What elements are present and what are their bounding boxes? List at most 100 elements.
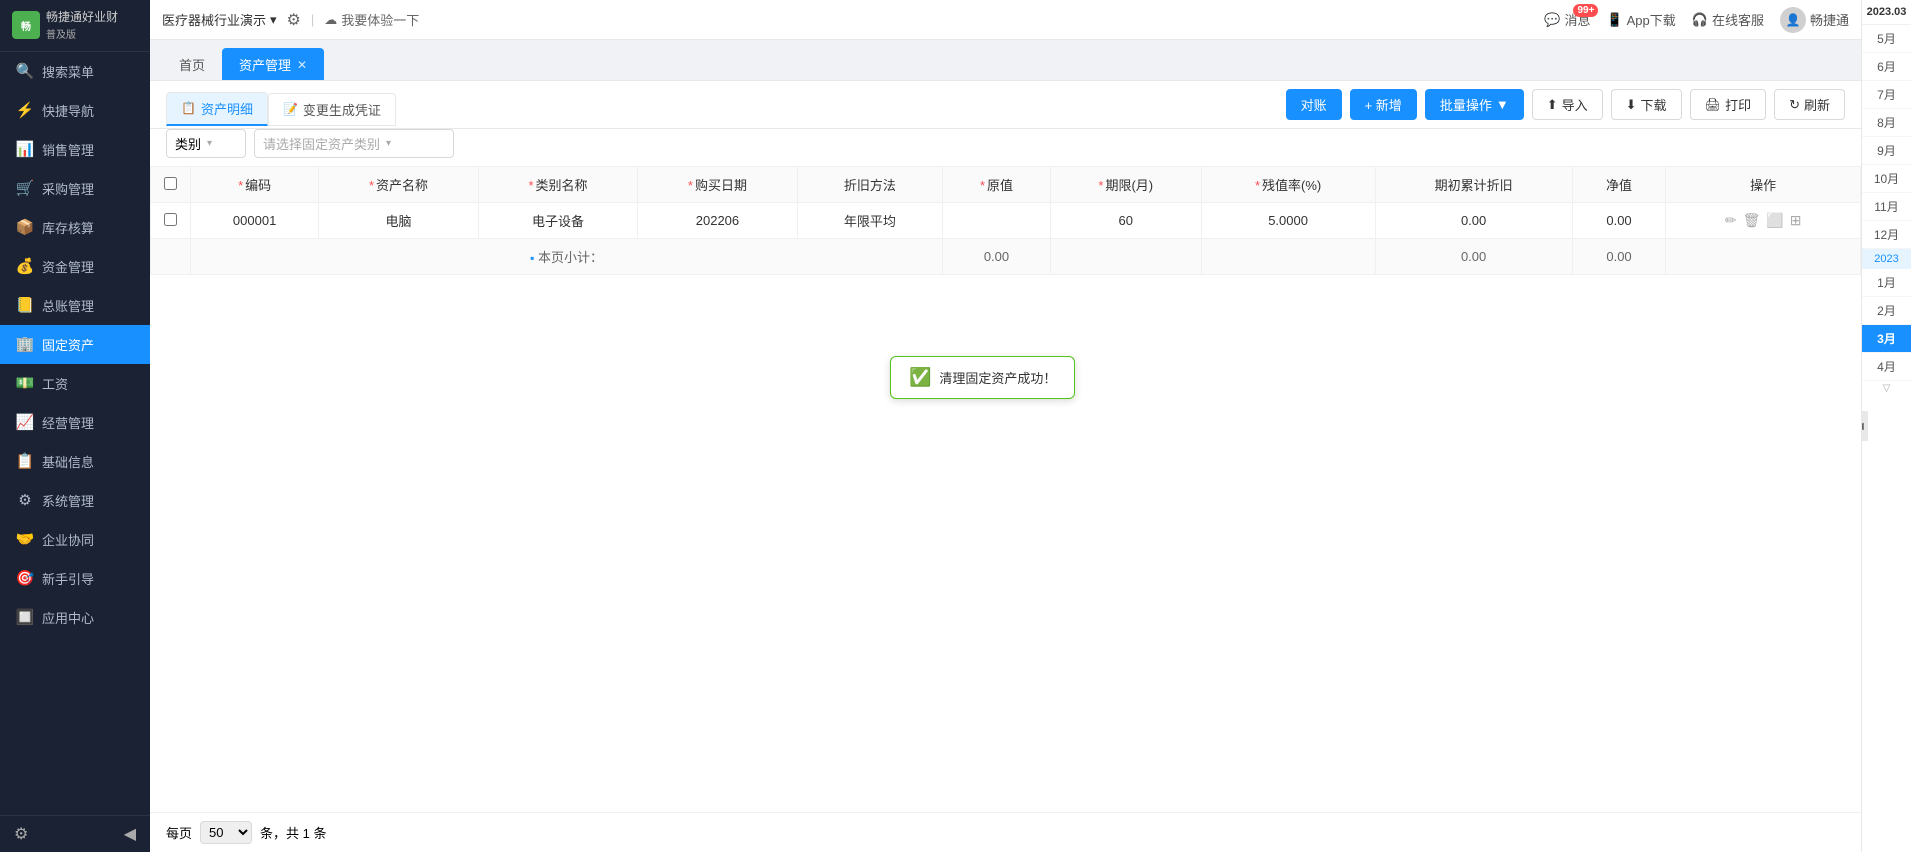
- print-button[interactable]: 🖨 打印: [1690, 89, 1767, 120]
- online-service-button[interactable]: 🎧 在线客服: [1692, 10, 1764, 29]
- sidebar-item-quick-nav[interactable]: ⚡ 快捷导航: [0, 91, 150, 130]
- messages-button[interactable]: 💬 消息 99+: [1544, 10, 1590, 29]
- subtab-asset-detail[interactable]: 📋 资产明细: [166, 92, 268, 126]
- row-checkbox[interactable]: [164, 213, 177, 226]
- guide-icon: 🎯: [16, 569, 34, 587]
- new-button[interactable]: + 新增: [1350, 89, 1417, 120]
- home-label: 首页: [179, 55, 205, 74]
- subtotal-label: ▪ 本页小计：: [191, 239, 943, 275]
- settings-bottom-icon[interactable]: ⚙: [14, 824, 28, 844]
- company-selector[interactable]: 医疗器械行业演示 ▾: [162, 10, 277, 29]
- col-name: *资产名称: [319, 167, 478, 203]
- row-purchase-date: 202206: [638, 203, 797, 239]
- cal-month-2[interactable]: 2月: [1862, 297, 1911, 325]
- table-header-row: *编码 *资产名称 *类别名称 *购买日期 折旧方法 *原值 *期限(月) *残…: [151, 167, 1861, 203]
- collapse-icon[interactable]: ◀: [124, 824, 136, 844]
- category-type-arrow: ▾: [207, 138, 212, 149]
- subtab-asset-detail-label: 资产明细: [201, 99, 253, 118]
- cal-month-6[interactable]: 6月: [1862, 53, 1911, 81]
- sidebar-item-salary[interactable]: 💵 工资: [0, 364, 150, 403]
- cal-month-11[interactable]: 11月: [1862, 193, 1911, 221]
- cal-month-7[interactable]: 7月: [1862, 81, 1911, 109]
- delete-icon[interactable]: 🗑: [1743, 212, 1761, 229]
- cal-month-9[interactable]: 9月: [1862, 137, 1911, 165]
- category-type-select[interactable]: 类别 ▾: [166, 129, 246, 158]
- chart-icon: 📊: [16, 140, 34, 158]
- row-original-value: [943, 203, 1051, 239]
- sidebar-item-inventory[interactable]: 📦 库存核算: [0, 208, 150, 247]
- sidebar-item-app-center[interactable]: 🔲 应用中心: [0, 598, 150, 637]
- tab-close-icon[interactable]: ✕: [297, 58, 307, 72]
- subtotal-empty-period: [1050, 239, 1201, 275]
- subtotal-checkbox: [151, 239, 191, 275]
- sidebar-item-system[interactable]: ⚙ 系统管理: [0, 481, 150, 520]
- calendar-expand-icon[interactable]: ▽: [1881, 381, 1893, 396]
- message-badge: 99+: [1573, 4, 1598, 17]
- subtab-change-label: 变更生成凭证: [303, 100, 381, 119]
- reconcile-button[interactable]: 对账: [1286, 89, 1342, 120]
- app-download-button[interactable]: 📱 App下载: [1606, 10, 1675, 29]
- app-center-icon: 🔲: [16, 608, 34, 626]
- tab-asset-management[interactable]: 资产管理 ✕: [222, 48, 324, 80]
- download-icon: ⬇: [1626, 97, 1637, 113]
- cal-month-5[interactable]: 5月: [1862, 25, 1911, 53]
- asset-table: *编码 *资产名称 *类别名称 *购买日期 折旧方法 *原值 *期限(月) *残…: [150, 166, 1861, 275]
- filter-row: 类别 ▾ 请选择固定资产类别 ▾: [150, 129, 1861, 166]
- tab-home[interactable]: 首页: [162, 48, 222, 80]
- refresh-label: 刷新: [1804, 95, 1830, 114]
- download-label: 下载: [1641, 95, 1667, 114]
- sidebar-item-ledger[interactable]: 📒 总账管理: [0, 286, 150, 325]
- col-category: *类别名称: [478, 167, 637, 203]
- operations-icon: 📈: [16, 413, 34, 431]
- topbar-separator: |: [311, 12, 314, 27]
- sidebar-item-enterprise[interactable]: 🤝 企业协同: [0, 520, 150, 559]
- sidebar-item-fixed-assets[interactable]: 🏢 固定资产: [0, 325, 150, 364]
- category-value-select[interactable]: 请选择固定资产类别 ▾: [254, 129, 454, 158]
- per-page-select[interactable]: 50 100 200: [200, 821, 252, 844]
- sidebar: 畅 畅捷通好业财 普及版 🔍 搜索菜单 ⚡ 快捷导航 📊 销售管理 🛒 采购管理…: [0, 0, 150, 852]
- copy-icon[interactable]: ⬜: [1766, 212, 1783, 229]
- subtab-change-voucher[interactable]: 📝 变更生成凭证: [268, 93, 396, 126]
- batch-button[interactable]: 批量操作 ▼: [1425, 89, 1524, 120]
- export-label: 导入: [1562, 95, 1588, 114]
- more-icon[interactable]: ⊞: [1790, 212, 1802, 229]
- refresh-button[interactable]: ↻ 刷新: [1774, 89, 1845, 120]
- company-dropdown-icon: ▾: [270, 12, 277, 28]
- sidebar-item-basic-info[interactable]: 📋 基础信息: [0, 442, 150, 481]
- topbar-settings-icon[interactable]: ⚙: [287, 10, 301, 30]
- sidebar-item-operations[interactable]: 📈 经营管理: [0, 403, 150, 442]
- sidebar-item-purchase[interactable]: 🛒 采购管理: [0, 169, 150, 208]
- batch-dropdown-icon: ▼: [1496, 97, 1509, 112]
- cal-month-4[interactable]: 4月: [1862, 353, 1911, 381]
- main-area: 医疗器械行业演示 ▾ ⚙ | ☁ 我要体验一下 💬 消息 99+ 📱 App下载…: [150, 0, 1861, 852]
- sidebar-item-finance[interactable]: 💰 资金管理: [0, 247, 150, 286]
- box-icon: 📦: [16, 218, 34, 236]
- print-icon: 🖨: [1705, 97, 1722, 113]
- content-area: 📋 资产明细 📝 变更生成凭证 对账 + 新增 批量操作 ▼ ⬆ 导入: [150, 80, 1861, 852]
- cal-month-3-current[interactable]: 3月: [1862, 325, 1911, 353]
- app-download-label: App下载: [1627, 10, 1676, 29]
- edit-icon[interactable]: ✏: [1725, 212, 1737, 229]
- sidebar-item-guide[interactable]: 🎯 新手引导: [0, 559, 150, 598]
- subtab-change-icon: 📝: [283, 102, 298, 116]
- cal-month-1[interactable]: 1月: [1862, 269, 1911, 297]
- subtotal-original-value: 0.00: [943, 239, 1051, 275]
- subtotal-initial-depreciation: 0.00: [1375, 239, 1572, 275]
- cal-month-8[interactable]: 8月: [1862, 109, 1911, 137]
- row-initial-depreciation: 0.00: [1375, 203, 1572, 239]
- row-residual-rate: 5.0000: [1201, 203, 1375, 239]
- sidebar-item-search[interactable]: 🔍 搜索菜单: [0, 52, 150, 91]
- user-profile-button[interactable]: 👤 畅捷通: [1780, 7, 1849, 33]
- tabs-bar: 首页 资产管理 ✕: [150, 40, 1861, 80]
- download-button[interactable]: ⬇ 下载: [1611, 89, 1682, 120]
- cal-month-12[interactable]: 12月: [1862, 221, 1911, 249]
- col-original-value: *原值: [943, 167, 1051, 203]
- cal-year-2023[interactable]: 2023: [1862, 249, 1911, 269]
- logo-text: 畅捷通好业财 普及版: [46, 10, 118, 41]
- select-all-checkbox[interactable]: [164, 177, 177, 190]
- sidebar-item-sales[interactable]: 📊 销售管理: [0, 130, 150, 169]
- experience-button[interactable]: ☁ 我要体验一下: [324, 10, 419, 29]
- export-button[interactable]: ⬆ 导入: [1532, 89, 1603, 120]
- right-panel-toggle[interactable]: ◀: [1861, 411, 1868, 441]
- cal-month-10[interactable]: 10月: [1862, 165, 1911, 193]
